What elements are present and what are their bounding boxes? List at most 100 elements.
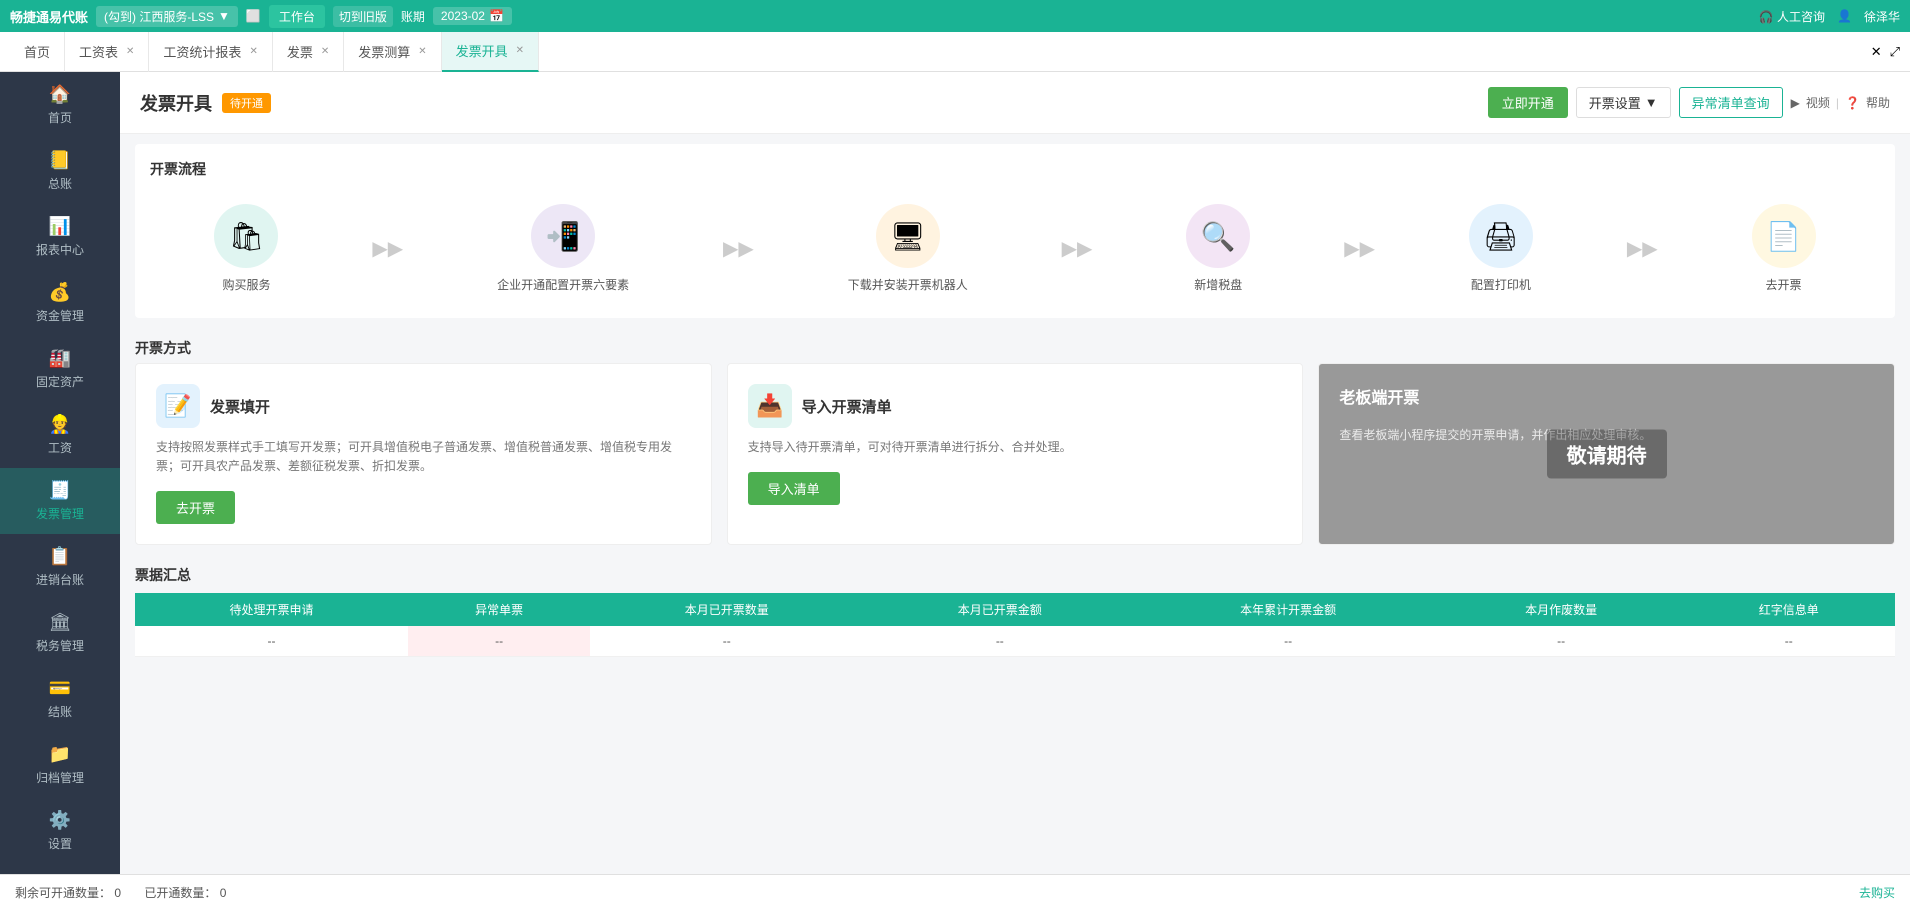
support-btn[interactable]: 🎧 人工咨询 (1759, 8, 1825, 25)
sidebar-item-assets[interactable]: 🏭 固定资产 (0, 336, 120, 402)
tab-invoice-calc-close[interactable]: ✕ (418, 46, 426, 57)
sidebar-item-purchase[interactable]: 📋 进销台账 (0, 534, 120, 600)
arrow-1: ▶▶ (372, 236, 403, 261)
archive-icon: 📁 (49, 744, 71, 765)
import-list-button[interactable]: 导入清单 (748, 472, 840, 505)
method-card-fill: 📝 发票填开 支持按照发票样式手工填写开发票；可开具增值税电子普通发票、增值税普… (135, 363, 712, 545)
summary-table: 待处理开票申请 异常单票 本月已开票数量 本月已开票金额 本年累计开票金额 本月… (135, 593, 1895, 657)
close-tab-icon[interactable]: ✕ (1871, 44, 1882, 60)
flow-step-6: 📄 去开票 (1752, 204, 1816, 293)
method-import-desc: 支持导入待开票清单，可对待开票清单进行拆分、合并处理。 (748, 438, 1283, 457)
status-badge: 待开通 (222, 93, 271, 113)
company-select[interactable]: (勾到) 江西服务-LSS ▼ (96, 6, 238, 27)
period-value[interactable]: 2023-02 📅 (433, 7, 512, 25)
method-fill-title: 发票填开 (210, 396, 270, 417)
sidebar: 🏠 首页 📒 总账 📊 报表中心 💰 资金管理 🏭 固定资产 👷 工资 🧾 发票… (0, 72, 120, 874)
abnormal-query-button[interactable]: 异常清单查询 (1679, 87, 1783, 118)
tab-home[interactable]: 首页 (10, 32, 65, 72)
tab-salary-close[interactable]: ✕ (126, 46, 134, 57)
step-icon-config: 📲 (531, 204, 595, 268)
tab-right-controls: ✕ ⤢ (1871, 44, 1910, 60)
top-bar: 畅捷通易代账 (勾到) 江西服务-LSS ▼ ⬜ 工作台 切到旧版 账期 202… (0, 0, 1910, 32)
purchase-icon: 📋 (49, 546, 71, 567)
sidebar-item-archive[interactable]: 📁 归档管理 (0, 732, 120, 798)
expand-icon[interactable]: ⤢ (1890, 44, 1900, 60)
immediate-open-button[interactable]: 立即开通 (1488, 87, 1568, 118)
coming-soon-label: 敬请期待 (1547, 430, 1667, 479)
video-label[interactable]: 视频 (1806, 94, 1830, 111)
tab-invoice[interactable]: 发票 ✕ (273, 32, 344, 72)
method-boss-title: 老板端开票 (1339, 384, 1419, 408)
sidebar-item-tax[interactable]: 🏛 税务管理 (0, 600, 120, 666)
help-area: ▶ 视频 | ❓ 帮助 (1791, 94, 1890, 111)
ledger-icon: 📒 (49, 150, 71, 171)
val-pending: -- (135, 626, 408, 657)
video-icon: ▶ (1791, 96, 1800, 110)
page-header: 发票开具 待开通 立即开通 开票设置 ▼ 异常清单查询 ▶ 视频 | ❓ 帮助 (120, 72, 1910, 134)
sidebar-item-salary[interactable]: 👷 工资 (0, 402, 120, 468)
reports-icon: 📊 (49, 216, 71, 237)
username: 徐泽华 (1864, 8, 1900, 25)
tab-invoice-calc[interactable]: 发票测算 ✕ (344, 32, 441, 72)
step-label-printer: 配置打印机 (1471, 276, 1531, 293)
col-void-count: 本月作废数量 (1440, 593, 1683, 626)
arrow-4: ▶▶ (1344, 236, 1375, 261)
val-red-info: -- (1683, 626, 1895, 657)
sidebar-item-settings[interactable]: ⚙️ 设置 (0, 798, 120, 864)
buy-link[interactable]: 去购买 (1859, 884, 1895, 901)
app-logo: 畅捷通易代账 (10, 7, 88, 26)
tab-invoice-close[interactable]: ✕ (321, 46, 329, 57)
col-red-info: 红字信息单 (1683, 593, 1895, 626)
sidebar-item-guide[interactable]: 📖 新手引导 (0, 864, 120, 874)
tab-salary-report-close[interactable]: ✕ (249, 46, 257, 57)
methods-section-title: 开票方式 (120, 328, 1910, 363)
sidebar-item-funds[interactable]: 💰 资金管理 (0, 270, 120, 336)
flow-step-4: 🔍 新增税盘 (1186, 204, 1250, 293)
sidebar-item-settlement[interactable]: 💳 结账 (0, 666, 120, 732)
flow-step-1: 🛍 购买服务 (214, 204, 278, 293)
sidebar-item-ledger[interactable]: 📒 总账 (0, 138, 120, 204)
sidebar-item-invoice[interactable]: 🧾 发票管理 (0, 468, 120, 534)
help-label[interactable]: 帮助 (1866, 94, 1890, 111)
tax-icon: 🏛 (49, 612, 72, 633)
tab-salary-report[interactable]: 工资统计报表 ✕ (149, 32, 272, 72)
page-actions: 立即开通 开票设置 ▼ 异常清单查询 ▶ 视频 | ❓ 帮助 (1488, 87, 1890, 118)
methods-grid: 📝 发票填开 支持按照发票样式手工填写开发票；可开具增值税电子普通发票、增值税普… (135, 363, 1895, 545)
flow-step-2: 📲 企业开通配置开票六要素 (497, 204, 629, 293)
top-bar-left: 畅捷通易代账 (勾到) 江西服务-LSS ▼ ⬜ 工作台 切到旧版 账期 202… (10, 5, 512, 28)
tab-invoice-issue-close[interactable]: ✕ (516, 45, 524, 56)
workspace-button[interactable]: 工作台 (269, 5, 325, 28)
go-invoice-button[interactable]: 去开票 (156, 491, 235, 524)
col-month-count: 本月已开票数量 (590, 593, 863, 626)
bottom-info: 剩余可开通数量： 0 已开通数量： 0 (15, 884, 226, 901)
old-version-tag[interactable]: 切到旧版 (333, 6, 393, 27)
col-pending: 待处理开票申请 (135, 593, 408, 626)
val-void-count: -- (1440, 626, 1683, 657)
tab-invoice-issue[interactable]: 发票开具 ✕ (442, 32, 539, 72)
main-layout: 🏠 首页 📒 总账 📊 报表中心 💰 资金管理 🏭 固定资产 👷 工资 🧾 发票… (0, 72, 1910, 874)
summary-title: 票据汇总 (135, 555, 1895, 593)
step-icon-issue: 📄 (1752, 204, 1816, 268)
salary-icon: 👷 (49, 414, 71, 435)
period-label: 账期 (401, 8, 425, 25)
avatar: 👤 (1837, 9, 1852, 23)
bottom-bar: 剩余可开通数量： 0 已开通数量： 0 去购买 (0, 874, 1910, 910)
remaining-value: 0 (114, 886, 121, 900)
page-title: 发票开具 (140, 90, 212, 116)
page-title-area: 发票开具 待开通 (140, 90, 271, 116)
chevron-down-icon: ▼ (218, 9, 230, 23)
tab-salary[interactable]: 工资表 ✕ (65, 32, 149, 72)
val-month-count: -- (590, 626, 863, 657)
flow-step-3: 🖥 下载并安装开票机器人 (848, 204, 968, 293)
settlement-icon: 💳 (49, 678, 71, 699)
sidebar-item-home[interactable]: 🏠 首页 (0, 72, 120, 138)
settings-button[interactable]: 开票设置 ▼ (1576, 87, 1671, 118)
step-label-issue: 去开票 (1766, 276, 1802, 293)
sidebar-item-reports[interactable]: 📊 报表中心 (0, 204, 120, 270)
method-import-title: 导入开票清单 (802, 396, 892, 417)
headset-icon: 🎧 (1759, 10, 1774, 24)
col-abnormal: 异常单票 (408, 593, 590, 626)
help-icon: ❓ (1845, 96, 1860, 110)
step-label-config: 企业开通配置开票六要素 (497, 276, 629, 293)
summary-header-row: 待处理开票申请 异常单票 本月已开票数量 本月已开票金额 本年累计开票金额 本月… (135, 593, 1895, 626)
